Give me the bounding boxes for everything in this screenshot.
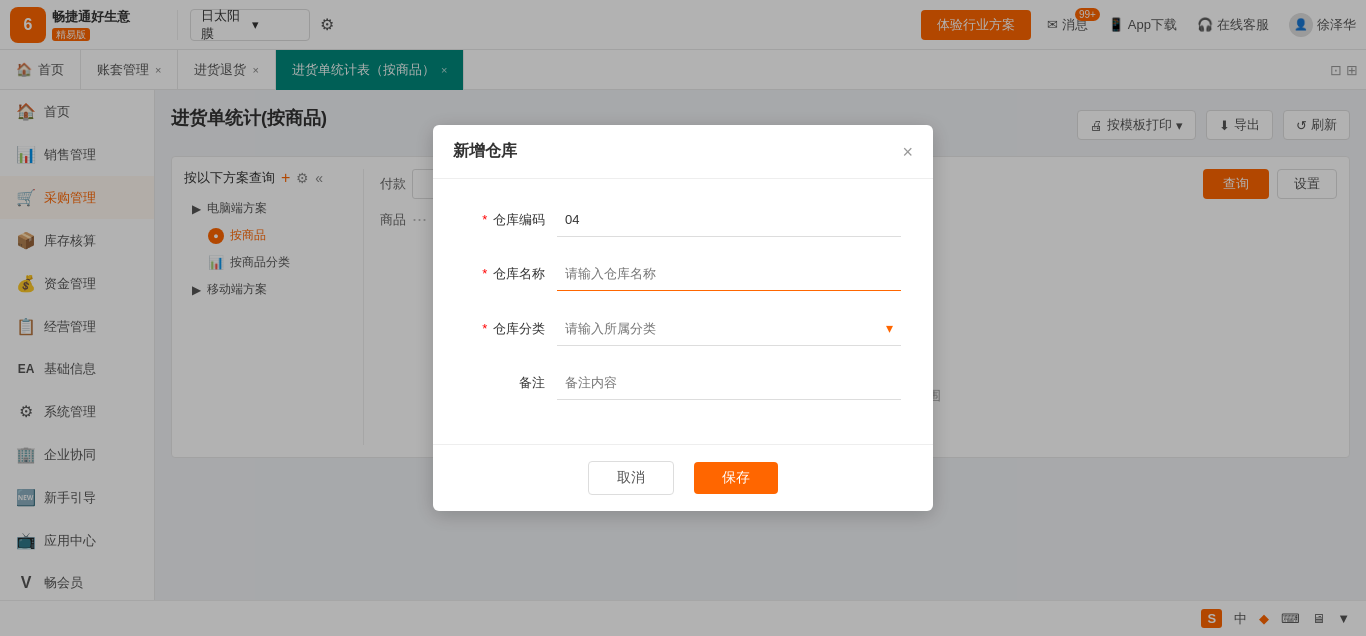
- warehouse-category-row: * 仓库分类 ▾: [465, 311, 901, 346]
- modal-title: 新增仓库: [453, 141, 517, 162]
- required-star-3: *: [482, 321, 487, 336]
- remark-label: 备注: [465, 374, 545, 392]
- cancel-button[interactable]: 取消: [588, 461, 674, 495]
- required-star-2: *: [482, 266, 487, 281]
- warehouse-name-label: * 仓库名称: [465, 265, 545, 283]
- warehouse-code-input[interactable]: [557, 203, 901, 237]
- remark-input[interactable]: [557, 366, 901, 400]
- modal-footer: 取消 保存: [433, 444, 933, 511]
- warehouse-code-label: * 仓库编码: [465, 211, 545, 229]
- new-warehouse-modal: 新增仓库 × * 仓库编码 * 仓库名称: [433, 125, 933, 511]
- warehouse-category-label: * 仓库分类: [465, 320, 545, 338]
- modal-body: * 仓库编码 * 仓库名称 * 仓库分类: [433, 179, 933, 444]
- category-dropdown-icon: ▾: [886, 320, 893, 336]
- warehouse-category-select-wrap[interactable]: ▾: [557, 311, 901, 346]
- modal-close-icon[interactable]: ×: [902, 143, 913, 161]
- modal-overlay: 新增仓库 × * 仓库编码 * 仓库名称: [0, 0, 1366, 636]
- modal-header: 新增仓库 ×: [433, 125, 933, 179]
- warehouse-name-row: * 仓库名称: [465, 257, 901, 291]
- remark-row: 备注: [465, 366, 901, 400]
- save-button[interactable]: 保存: [694, 462, 778, 494]
- required-star-1: *: [482, 212, 487, 227]
- warehouse-code-row: * 仓库编码: [465, 203, 901, 237]
- warehouse-category-input[interactable]: [557, 311, 901, 345]
- warehouse-name-input[interactable]: [557, 257, 901, 291]
